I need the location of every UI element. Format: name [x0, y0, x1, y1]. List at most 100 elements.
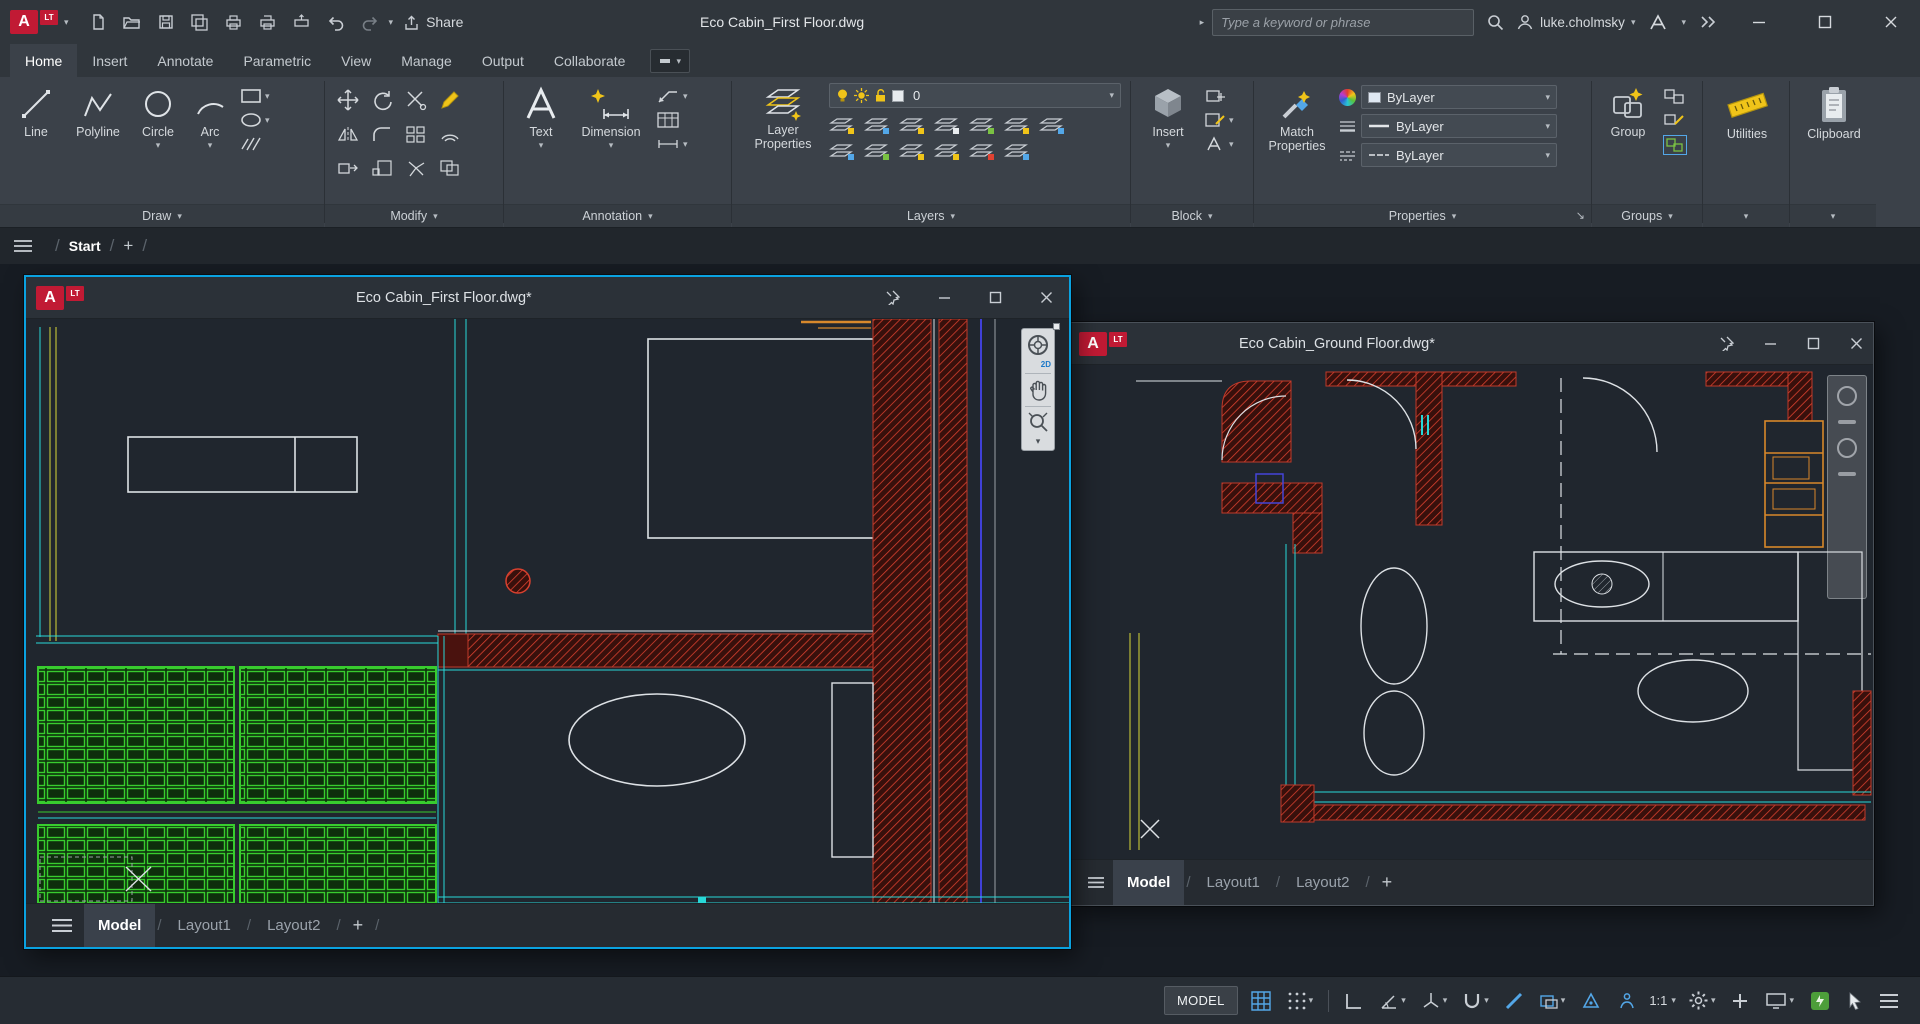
tab-home[interactable]: Home	[10, 44, 77, 77]
tab-layout1[interactable]: Layout1	[164, 904, 245, 947]
search-history-caret-icon[interactable]: ▸	[1200, 18, 1205, 27]
move-tool-button[interactable]	[333, 85, 363, 115]
layer-isolate-button[interactable]	[864, 115, 890, 135]
first-floor-viewport[interactable]: 2D ▾	[26, 319, 1069, 903]
new-drawing-tab-button[interactable]: +	[123, 236, 133, 256]
window-ground-floor[interactable]: A LT Eco Cabin_Ground Floor.dwg*	[1068, 322, 1874, 906]
panel-footer-annotation[interactable]: Annotation▾	[504, 204, 731, 227]
search-icon[interactable]	[1482, 9, 1508, 35]
panel-footer-draw[interactable]: Draw▾	[0, 204, 324, 227]
tab-layout2[interactable]: Layout2	[1282, 860, 1363, 905]
panel-footer-utilities[interactable]: ▾	[1703, 204, 1789, 227]
create-block-button[interactable]	[1204, 87, 1234, 105]
file-tab-menu-icon[interactable]	[0, 239, 46, 253]
lineweight-icon[interactable]	[1339, 120, 1356, 133]
layer-make-current-button[interactable]	[829, 141, 855, 161]
copy-tool-button[interactable]	[435, 153, 465, 183]
layer-off-button[interactable]	[829, 115, 855, 135]
insert-block-button[interactable]: Insert ▾	[1139, 83, 1197, 150]
publish-button[interactable]	[287, 7, 317, 37]
app-menu-caret-icon[interactable]: ▾	[64, 18, 69, 27]
linetype-icon[interactable]	[1339, 149, 1356, 162]
open-file-button[interactable]	[117, 7, 147, 37]
leader-tool-button[interactable]: ▾	[656, 87, 688, 105]
layer-state-button[interactable]	[1039, 115, 1065, 135]
autodesk-app-icon[interactable]	[1643, 7, 1673, 37]
doc-minimize-button[interactable]	[938, 291, 951, 304]
layer-freeze-button[interactable]	[899, 115, 925, 135]
snap-toggle[interactable]: ▾	[1284, 988, 1317, 1014]
navigation-bar[interactable]: 2D ▾	[1021, 328, 1055, 451]
stretch-tool-button[interactable]	[333, 153, 363, 183]
navigation-wheel-icon[interactable]	[1837, 386, 1857, 406]
tab-insert[interactable]: Insert	[77, 44, 142, 77]
nav-more-icon[interactable]	[1838, 472, 1856, 476]
table-tool-button[interactable]	[656, 111, 688, 129]
ungroup-button[interactable]	[1663, 87, 1687, 105]
nav-more-caret-icon[interactable]: ▾	[1036, 437, 1041, 446]
annotation-scale-button[interactable]: 1:1▾	[1649, 993, 1676, 1008]
ellipse-tool-button[interactable]: ▾	[240, 111, 270, 129]
tab-view[interactable]: View	[326, 44, 386, 77]
zoom-icon[interactable]	[1837, 438, 1857, 458]
tab-annotate[interactable]: Annotate	[142, 44, 228, 77]
layout-tab-menu-icon[interactable]	[1079, 876, 1113, 889]
first-floor-plan[interactable]	[26, 319, 1069, 903]
layer-previous-button[interactable]	[1004, 115, 1030, 135]
model-space-button[interactable]: MODEL	[1164, 986, 1238, 1015]
dimension-tool-button[interactable]: Dimension ▾	[573, 83, 649, 150]
utilities-panel-button[interactable]: Utilities	[1711, 83, 1783, 141]
isodraft-toggle[interactable]: ▾	[1418, 988, 1451, 1014]
tab-parametric[interactable]: Parametric	[228, 44, 326, 77]
tab-layout2[interactable]: Layout2	[253, 904, 334, 947]
panel-footer-groups[interactable]: Groups▾	[1592, 204, 1702, 227]
pan-hand-icon[interactable]	[1027, 378, 1049, 402]
close-button[interactable]	[1862, 0, 1920, 44]
lineweight-dropdown[interactable]: ByLayer▾	[1361, 114, 1557, 138]
line-tool-button[interactable]: Line	[8, 83, 64, 139]
first-floor-titlebar[interactable]: A LT Eco Cabin_First Floor.dwg*	[26, 277, 1069, 319]
layer-lock-fade-button[interactable]	[934, 141, 960, 161]
pin-icon[interactable]	[1719, 336, 1734, 351]
tab-output[interactable]: Output	[467, 44, 539, 77]
color-wheel-icon[interactable]	[1339, 89, 1356, 106]
group-edit-button[interactable]	[1663, 111, 1687, 129]
arc-tool-button[interactable]: Arc ▾	[187, 83, 233, 150]
pin-icon[interactable]	[885, 290, 900, 305]
osnap-toggle[interactable]: ▾	[1459, 988, 1492, 1014]
app-logo-button[interactable]: A LT	[10, 10, 58, 34]
object-color-dropdown[interactable]: ByLayer▾	[1361, 85, 1557, 109]
new-layout-button[interactable]: +	[343, 915, 374, 936]
polar-tracking-toggle[interactable]: ▾	[1376, 988, 1409, 1014]
tab-layout1[interactable]: Layout1	[1193, 860, 1274, 905]
selection-cycling-toggle[interactable]: ▾	[1536, 988, 1569, 1014]
scale-tool-button[interactable]	[367, 153, 397, 183]
ribbon-display-options-button[interactable]: ▾	[650, 49, 690, 73]
annotation-visibility-toggle[interactable]	[1577, 988, 1605, 1014]
rotate-tool-button[interactable]	[367, 85, 397, 115]
viewport-grip-handle[interactable]	[1053, 323, 1060, 330]
panel-footer-layers[interactable]: Layers▾	[732, 204, 1130, 227]
navigation-wheel-icon[interactable]	[1026, 333, 1050, 357]
linetype-dropdown[interactable]: ByLayer▾	[1361, 143, 1557, 167]
undo-button[interactable]	[321, 7, 351, 37]
expand-toolbar-icon[interactable]	[1694, 8, 1722, 36]
doc-close-button[interactable]	[1850, 337, 1863, 350]
edit-attributes-button[interactable]: ▾	[1204, 111, 1234, 129]
dimension-style-button[interactable]: ▾	[656, 135, 688, 153]
clean-screen-cursor-button[interactable]	[1843, 988, 1867, 1014]
ground-floor-plan[interactable]	[1069, 365, 1873, 857]
annotation-monitor-button[interactable]	[1727, 988, 1753, 1014]
minimize-button[interactable]	[1730, 0, 1788, 44]
new-file-button[interactable]	[83, 7, 113, 37]
layer-lock-button[interactable]	[934, 115, 960, 135]
fillet-tool-button[interactable]	[367, 119, 397, 149]
graphics-performance-toggle[interactable]	[1806, 987, 1834, 1015]
array-tool-button[interactable]	[401, 119, 431, 149]
tab-manage[interactable]: Manage	[386, 44, 467, 77]
group-selection-toggle[interactable]	[1663, 135, 1687, 155]
panel-footer-block[interactable]: Block▾	[1131, 204, 1253, 227]
layer-properties-button[interactable]: Layer Properties	[740, 83, 826, 152]
explode-tool-button[interactable]	[401, 153, 431, 183]
layer-select-dropdown[interactable]: 0 ▾	[829, 83, 1121, 108]
